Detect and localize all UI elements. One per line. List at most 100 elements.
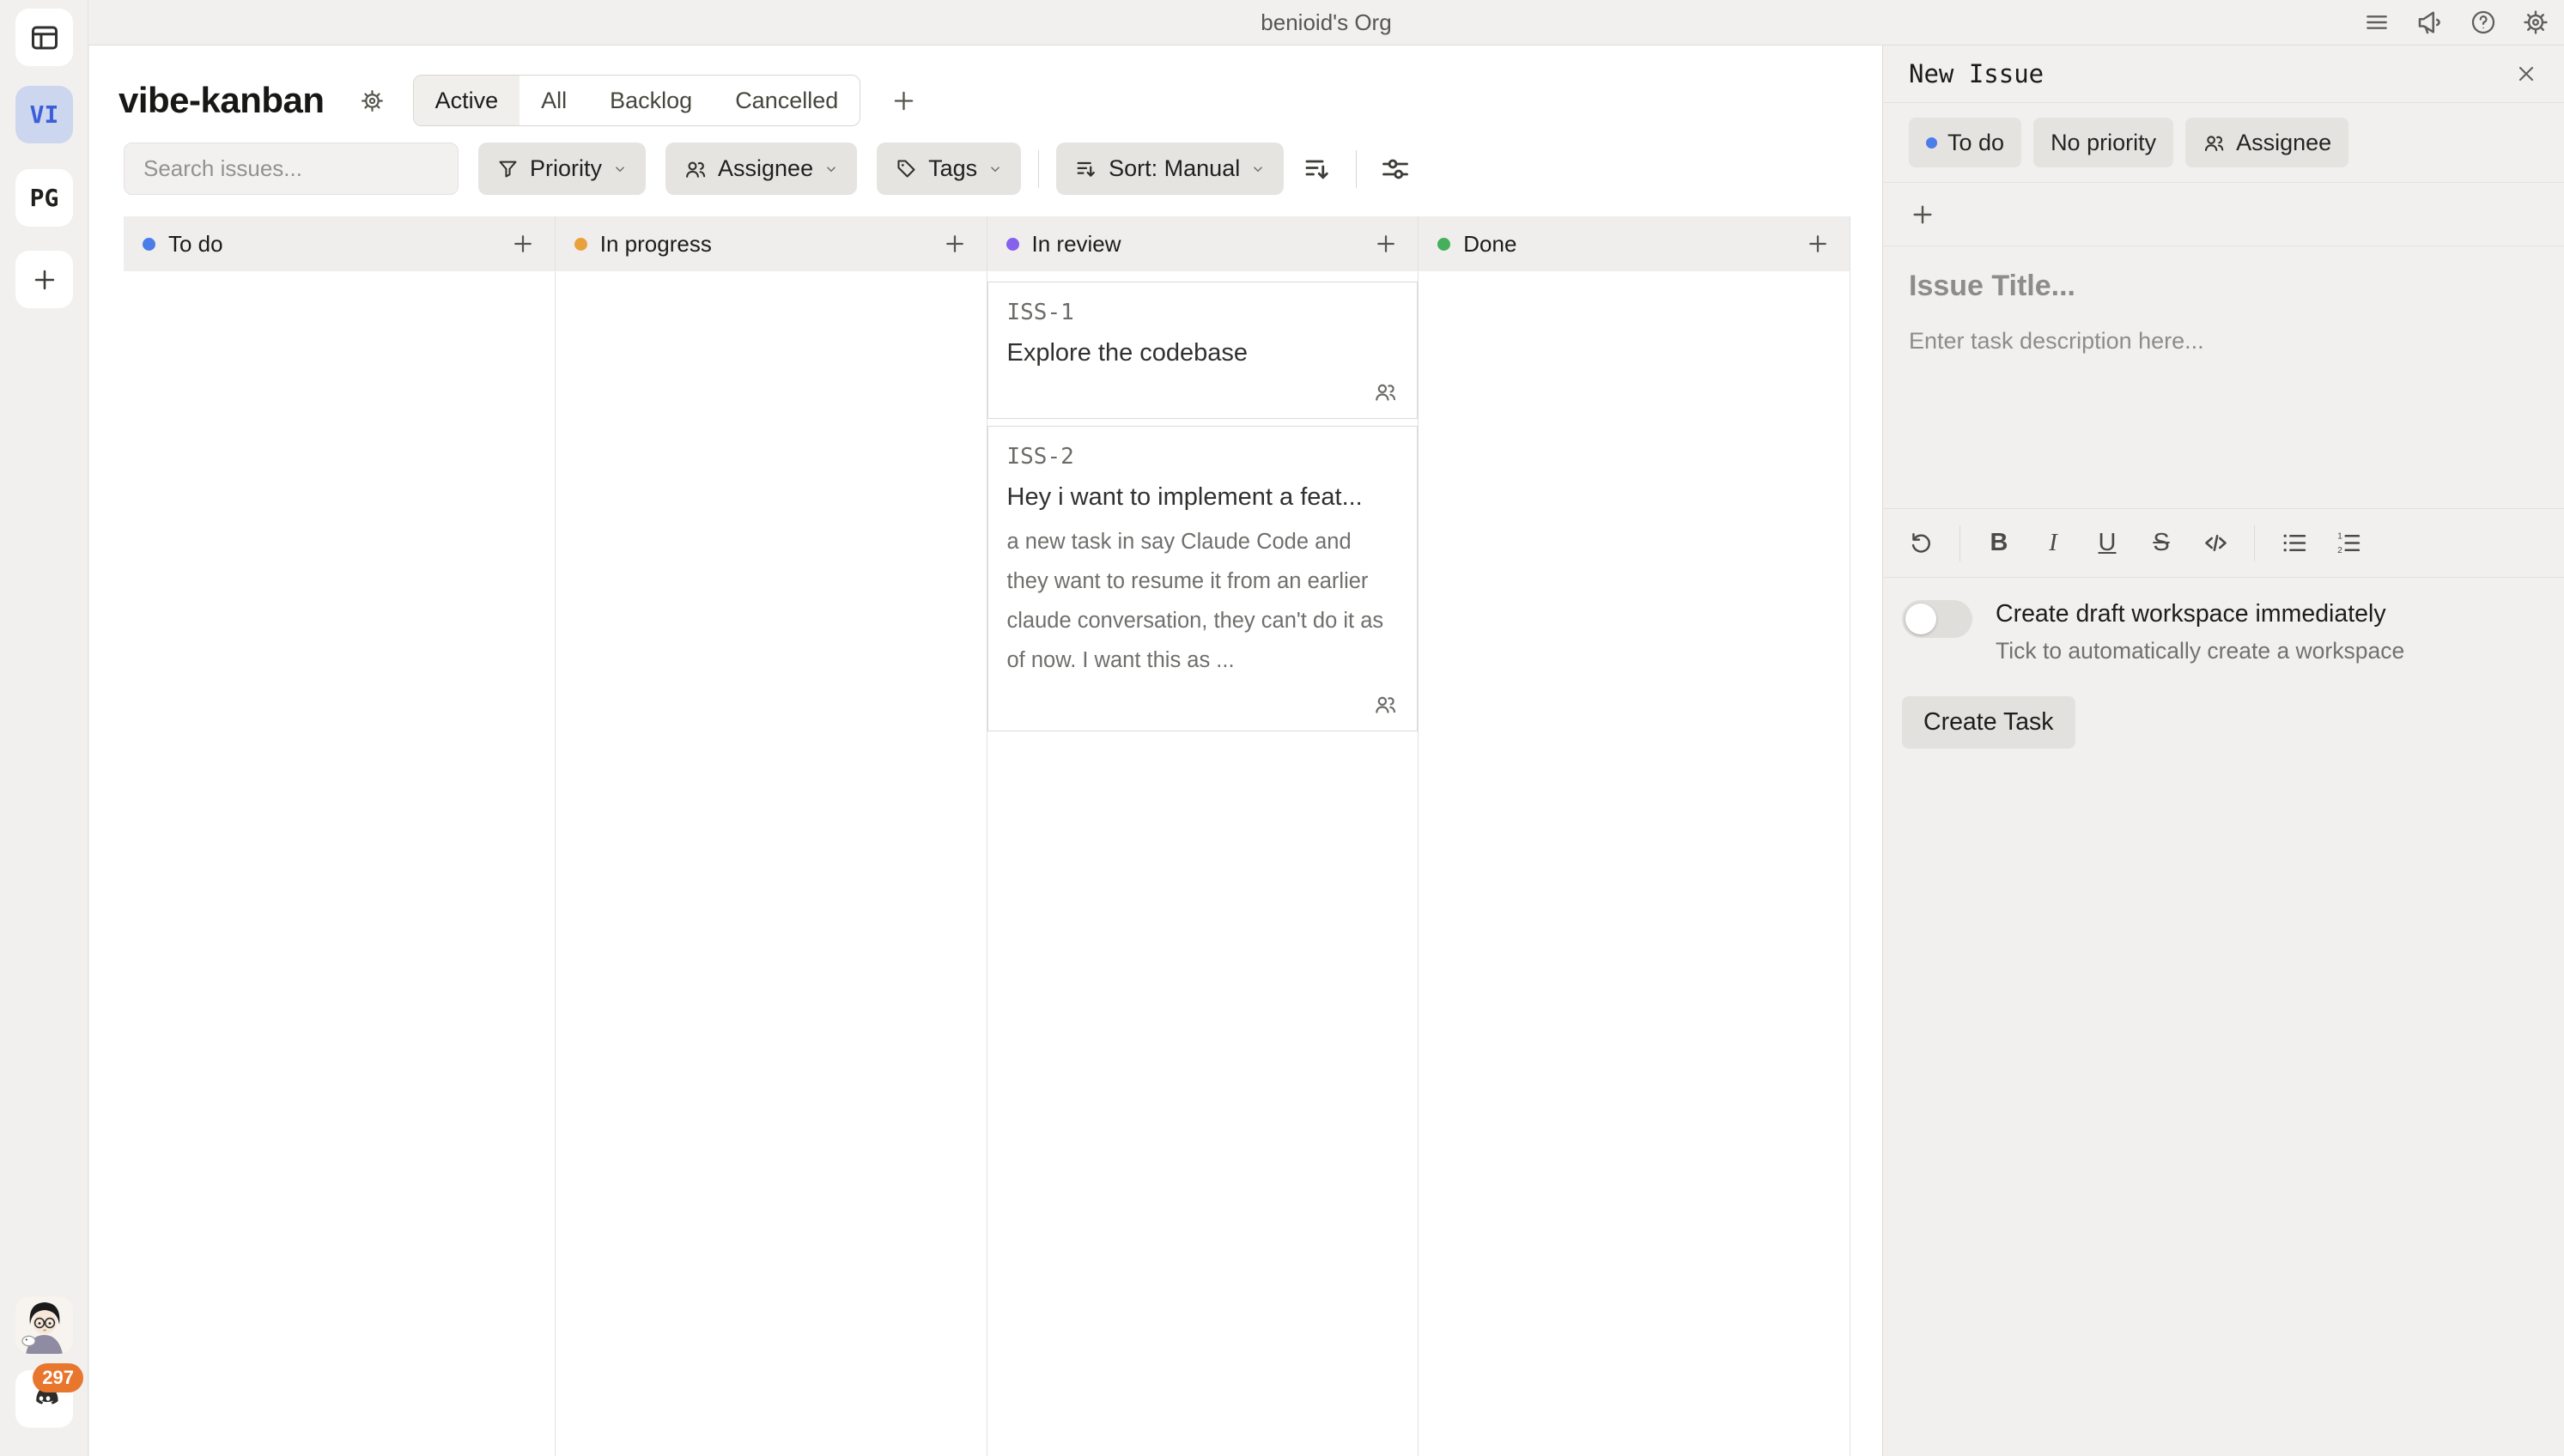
avatar-image: [15, 1296, 73, 1354]
workspace-initials: VI: [30, 100, 59, 129]
assignee-filter-label: Assignee: [718, 155, 813, 182]
org-title: benioid's Org: [88, 9, 2564, 36]
tab-all[interactable]: All: [519, 76, 588, 125]
divider: [1356, 150, 1357, 188]
search-input[interactable]: [124, 143, 459, 195]
discord-button[interactable]: 297: [15, 1370, 73, 1428]
status-dot: [1926, 137, 1937, 149]
create-task-button[interactable]: Create Task: [1902, 696, 2075, 749]
issue-id: ISS-1: [1007, 300, 1399, 325]
top-bar: benioid's Org: [88, 0, 2564, 46]
status-badge-label: To do: [1947, 130, 2004, 156]
assignee-select-badge[interactable]: Assignee: [2185, 118, 2348, 167]
page-title: vibe-kanban: [118, 80, 325, 121]
kanban-board: To do In progress In review: [124, 216, 1850, 1456]
column-todo: To do: [124, 216, 556, 1456]
sort-label: Sort: Manual: [1109, 155, 1240, 182]
column-header: In progress: [556, 216, 987, 271]
undo-icon[interactable]: [1905, 528, 1936, 559]
chevron-down-icon: [987, 161, 1003, 177]
toggle-knob: [1905, 604, 1936, 634]
sidebar-item-workspace-vi[interactable]: VI: [15, 86, 73, 143]
funnel-icon: [496, 157, 519, 180]
tab-backlog[interactable]: Backlog: [588, 76, 714, 125]
add-card-button[interactable]: [1805, 231, 1831, 257]
sliders-icon: [1380, 154, 1411, 185]
status-dot: [1006, 238, 1019, 251]
issue-description-input[interactable]: Enter task description here...: [1909, 328, 2538, 355]
priority-filter-label: Priority: [530, 155, 602, 182]
project-settings-gear-icon[interactable]: [359, 88, 386, 114]
italic-icon[interactable]: I: [2038, 528, 2069, 559]
priority-select-badge[interactable]: No priority: [2033, 118, 2173, 167]
underline-icon[interactable]: U: [2092, 528, 2123, 559]
draft-workspace-toggle-row: Create draft workspace immediately Tick …: [1902, 600, 2538, 664]
tab-active[interactable]: Active: [414, 76, 520, 125]
menu-icon[interactable]: [2363, 9, 2391, 36]
column-title: Done: [1463, 231, 1805, 258]
bullet-list-icon[interactable]: [2278, 528, 2309, 559]
close-icon[interactable]: [2514, 62, 2538, 86]
announcements-icon[interactable]: [2415, 7, 2446, 38]
priority-badge-label: No priority: [2051, 130, 2156, 156]
strikethrough-icon[interactable]: S: [2146, 528, 2177, 559]
column-in-progress: In progress: [556, 216, 987, 1456]
bold-icon[interactable]: B: [1984, 528, 2014, 559]
sort-direction-button[interactable]: [1296, 148, 1339, 191]
people-icon: [2202, 131, 2226, 155]
column-in-review: In review ISS-1 Explore the codebase ISS…: [987, 216, 1419, 1456]
add-workspace-button[interactable]: [15, 251, 73, 308]
divider: [1959, 525, 1960, 561]
add-property-button[interactable]: [1909, 201, 1936, 228]
user-avatar[interactable]: [15, 1296, 73, 1354]
code-icon[interactable]: [2200, 528, 2231, 559]
chevron-down-icon: [1250, 161, 1266, 177]
tag-icon: [895, 157, 918, 180]
issue-card[interactable]: ISS-1 Explore the codebase: [987, 282, 1419, 419]
assignee-people-icon[interactable]: [1373, 692, 1398, 717]
column-header: To do: [124, 216, 555, 271]
status-select-badge[interactable]: To do: [1909, 118, 2021, 167]
issue-card[interactable]: ISS-2 Hey i want to implement a feat... …: [987, 426, 1419, 731]
discord-notification-badge: 297: [33, 1363, 83, 1392]
column-title: In review: [1032, 231, 1374, 258]
tags-filter-label: Tags: [928, 155, 977, 182]
workspace-sidebar: VI PG: [0, 0, 88, 1456]
tab-cancelled[interactable]: Cancelled: [714, 76, 860, 125]
assignee-badge-label: Assignee: [2236, 130, 2331, 156]
tags-filter-button[interactable]: Tags: [877, 143, 1021, 195]
numbered-list-icon[interactable]: 12: [2332, 528, 2363, 559]
topbar-actions: [2363, 7, 2550, 38]
help-icon[interactable]: [2470, 9, 2497, 36]
panel-title: New Issue: [1909, 59, 2514, 88]
view-options-button[interactable]: [1374, 148, 1417, 191]
issue-title: Explore the codebase: [1007, 339, 1399, 367]
project-header: vibe-kanban Active All Backlog Cancelled: [118, 74, 918, 127]
draft-workspace-toggle[interactable]: [1902, 600, 1972, 638]
column-header: Done: [1419, 216, 1850, 271]
add-card-button[interactable]: [510, 231, 536, 257]
settings-gear-icon[interactable]: [2521, 8, 2550, 37]
issue-title: Hey i want to implement a feat...: [1007, 483, 1399, 512]
column-title: In progress: [600, 231, 942, 258]
priority-filter-button[interactable]: Priority: [478, 143, 646, 195]
sort-descending-icon: [1302, 154, 1333, 185]
sidebar-item-workspace-pg[interactable]: PG: [15, 169, 73, 227]
svg-text:2: 2: [2337, 546, 2342, 555]
plus-icon: [30, 265, 59, 294]
toggle-label: Create draft workspace immediately: [1996, 600, 2404, 628]
filter-toolbar: Priority Assignee Tags Sort: Manual: [124, 143, 1417, 195]
add-card-button[interactable]: [942, 231, 968, 257]
sort-button[interactable]: Sort: Manual: [1056, 143, 1284, 195]
issue-title-input[interactable]: Issue Title...: [1909, 270, 2538, 303]
add-tab-button[interactable]: [890, 87, 918, 115]
divider: [1038, 150, 1039, 188]
assignee-filter-button[interactable]: Assignee: [665, 143, 857, 195]
card-list: ISS-1 Explore the codebase ISS-2 Hey i w…: [987, 271, 1419, 731]
add-card-button[interactable]: [1373, 231, 1399, 257]
sort-descending-icon: [1074, 157, 1098, 181]
issue-editor[interactable]: Issue Title... Enter task description he…: [1883, 246, 2564, 508]
layout-panel-button[interactable]: [15, 9, 73, 66]
assignee-people-icon[interactable]: [1373, 379, 1398, 404]
panel-header: New Issue: [1883, 46, 2564, 103]
